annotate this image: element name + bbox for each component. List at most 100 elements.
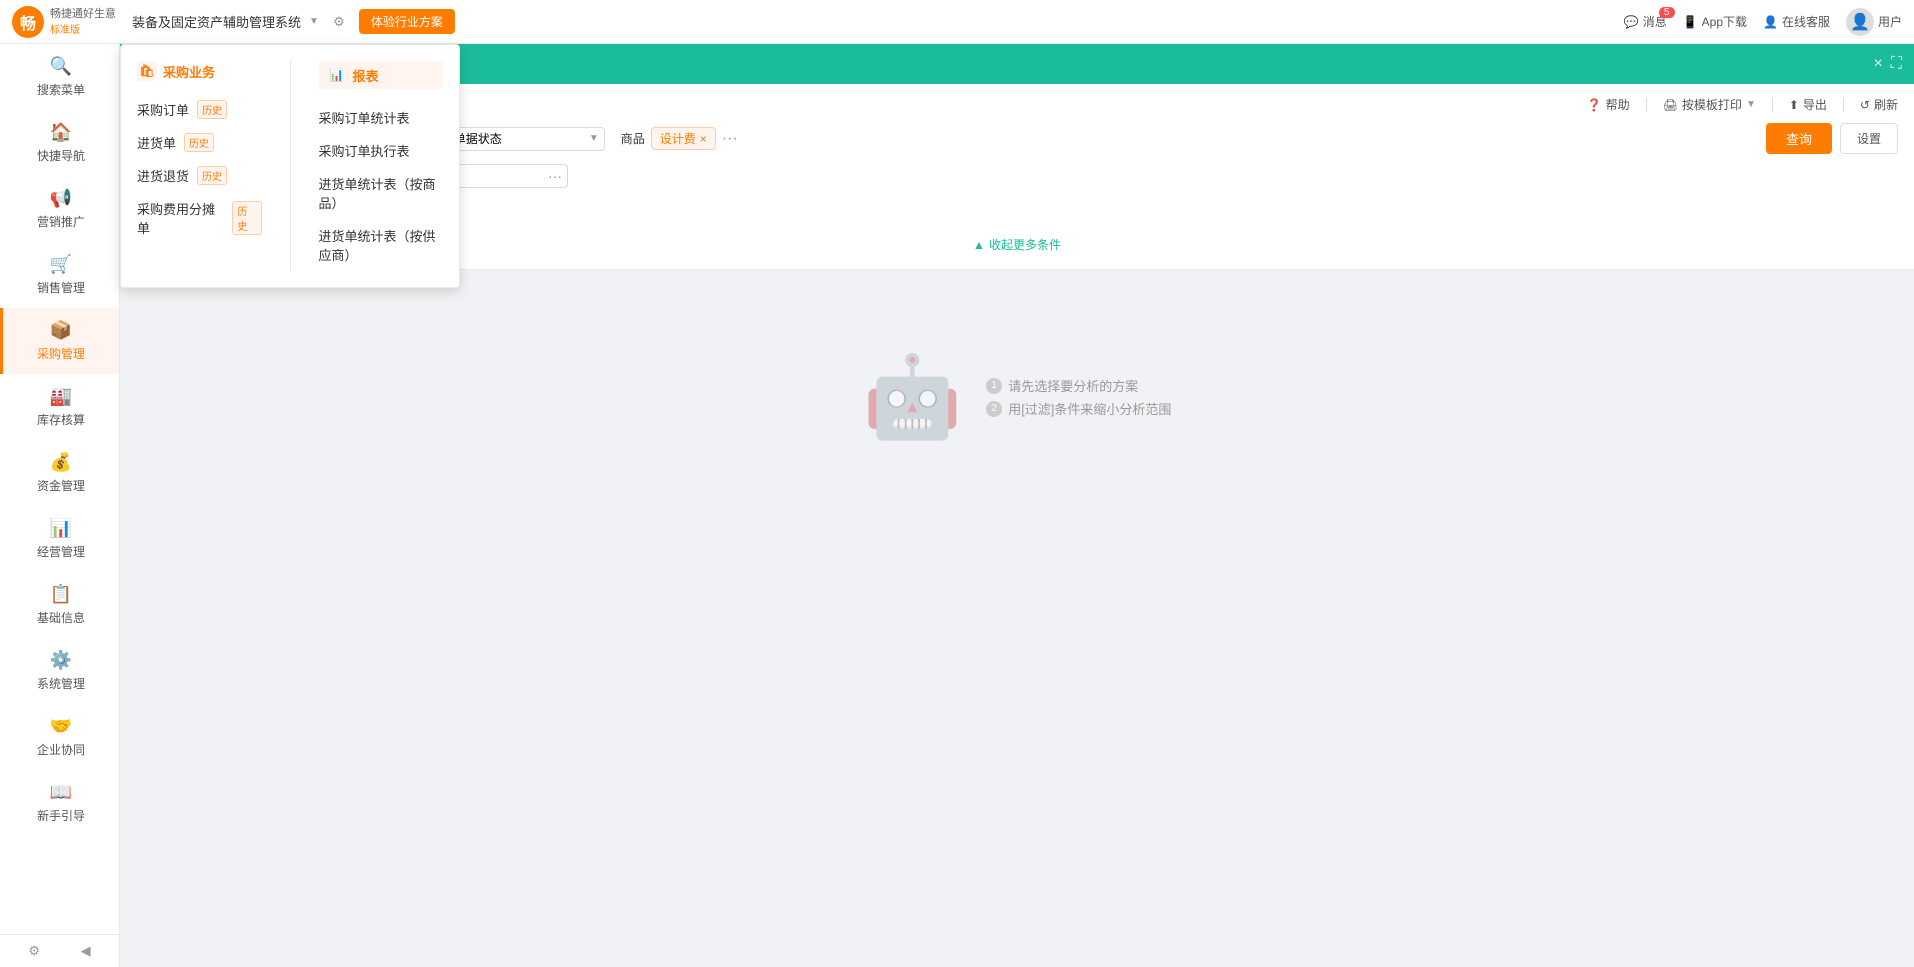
sidebar-settings-btn[interactable]: ⚙ bbox=[28, 943, 40, 959]
basic-info-icon: 📋 bbox=[50, 584, 72, 605]
report-title-icon: 📊 bbox=[327, 65, 347, 85]
menu-item-purchase-order[interactable]: 采购订单 历史 bbox=[137, 93, 262, 126]
tab-close-all-btn[interactable]: × bbox=[1873, 55, 1882, 73]
order-status-select[interactable]: 单据状态 bbox=[445, 127, 605, 151]
marketing-icon: 📢 bbox=[50, 188, 72, 209]
divider-3 bbox=[1843, 98, 1844, 112]
operations-icon: 📊 bbox=[50, 518, 72, 539]
system-icon: ⚙️ bbox=[50, 650, 72, 671]
finance-icon: 💰 bbox=[50, 452, 72, 473]
top-header: 畅 畅捷通好生意 标准版 装备及固定资产辅助管理系统 ▼ ⚙ 体验行业方案 💬 … bbox=[0, 0, 1914, 44]
tip-num-2: 2 bbox=[986, 401, 1002, 417]
empty-state: 🤖 1 请先选择要分析的方案 2 用[过滤]条件来缩小分析范围 bbox=[120, 270, 1914, 524]
refresh-btn[interactable]: ↺ 刷新 bbox=[1860, 96, 1898, 113]
collapse-up-icon: ▲ bbox=[973, 238, 985, 252]
goods-label: 商品 bbox=[621, 130, 645, 147]
search-icon: 🔍 bbox=[50, 56, 72, 77]
sales-icon: 🛒 bbox=[50, 254, 72, 275]
print-dropdown-icon: ▼ bbox=[1746, 99, 1756, 110]
system-title: 装备及固定资产辅助管理系统 bbox=[132, 12, 301, 31]
report-column-title: 📊 报表 bbox=[319, 61, 444, 89]
guide-icon: 📖 bbox=[50, 782, 72, 803]
settings-action-btn[interactable]: 设置 bbox=[1840, 123, 1898, 154]
sidebar: 🔍 搜索菜单 🏠 快捷导航 📢 营销推广 🛒 销售管理 📦 采购管理 🏭 库存核… bbox=[0, 44, 120, 967]
goods-tag-close-btn[interactable]: × bbox=[700, 132, 707, 146]
sidebar-bottom: ⚙ ◀ bbox=[0, 934, 119, 967]
home-icon: 🏠 bbox=[50, 122, 72, 143]
refresh-icon: ↺ bbox=[1860, 98, 1870, 112]
tab-bar-right: × ⛶ bbox=[1873, 55, 1902, 73]
sidebar-item-operations[interactable]: 📊 经营管理 bbox=[0, 506, 119, 572]
service-icon: 👤 bbox=[1763, 15, 1778, 29]
empty-state-illustration: 🤖 bbox=[863, 350, 963, 444]
logo-text: 畅捷通好生意 bbox=[50, 7, 116, 21]
export-btn[interactable]: ⬆ 导出 bbox=[1789, 96, 1827, 113]
tab-expand-btn[interactable]: ⛶ bbox=[1891, 55, 1902, 73]
menu-item-purchase-expense[interactable]: 采购费用分摊单 历史 bbox=[137, 192, 262, 244]
help-icon: ❓ bbox=[1587, 98, 1602, 112]
sidebar-item-marketing[interactable]: 📢 营销推广 bbox=[0, 176, 119, 242]
logo-area: 畅 畅捷通好生意 标准版 bbox=[12, 6, 132, 38]
app-download-btn[interactable]: 📱 App下载 bbox=[1683, 13, 1747, 30]
sidebar-item-finance[interactable]: 💰 资金管理 bbox=[0, 440, 119, 506]
logo-icon: 畅 bbox=[12, 6, 44, 38]
empty-tips: 1 请先选择要分析的方案 2 用[过滤]条件来缩小分析范围 bbox=[986, 372, 1171, 422]
purchase-menu-column: 🛍 采购业务 采购订单 历史 进货单 历史 进货退货 历史 采购费用分摊单 历史 bbox=[137, 61, 262, 271]
menu-item-goods-stat-by-supplier[interactable]: 进货单统计表（按供应商） bbox=[319, 219, 444, 271]
empty-tip-1: 1 请先选择要分析的方案 bbox=[986, 376, 1171, 395]
order-status-select-wrap: 单据状态 ▼ bbox=[445, 127, 605, 151]
sidebar-item-sales[interactable]: 🛒 销售管理 bbox=[0, 242, 119, 308]
sidebar-collapse-btn[interactable]: ◀ bbox=[81, 943, 91, 959]
history-tag-3: 历史 bbox=[232, 201, 261, 235]
avatar: 👤 bbox=[1846, 8, 1874, 36]
menu-item-purchase-order-exec[interactable]: 采购订单执行表 bbox=[319, 134, 444, 167]
purchase-column-title: 🛍 采购业务 bbox=[137, 61, 262, 81]
industry-btn[interactable]: 体验行业方案 bbox=[359, 9, 455, 34]
phone-icon: 📱 bbox=[1683, 15, 1698, 29]
message-btn[interactable]: 💬 消息 5 bbox=[1624, 13, 1667, 30]
message-icon: 💬 bbox=[1624, 15, 1639, 29]
sidebar-item-system[interactable]: ⚙️ 系统管理 bbox=[0, 638, 119, 704]
sidebar-item-purchase[interactable]: 📦 采购管理 bbox=[0, 308, 119, 374]
header-middle: 装备及固定资产辅助管理系统 ▼ ⚙ 体验行业方案 bbox=[132, 9, 1624, 34]
message-badge: 5 bbox=[1659, 7, 1675, 18]
online-service-btn[interactable]: 👤 在线客服 bbox=[1763, 13, 1830, 30]
menu-item-goods-receipt[interactable]: 进货单 历史 bbox=[137, 126, 262, 159]
sidebar-item-basic-info[interactable]: 📋 基础信息 bbox=[0, 572, 119, 638]
sidebar-item-quick-nav[interactable]: 🏠 快捷导航 bbox=[0, 110, 119, 176]
header-right: 💬 消息 5 📱 App下载 👤 在线客服 👤 用户 bbox=[1624, 8, 1902, 36]
sidebar-item-inventory[interactable]: 🏭 库存核算 bbox=[0, 374, 119, 440]
goods-more-btn[interactable]: ··· bbox=[722, 130, 738, 148]
menu-item-purchase-order-stat[interactable]: 采购订单统计表 bbox=[319, 101, 444, 134]
export-icon: ⬆ bbox=[1789, 98, 1799, 112]
system-title-dropdown[interactable]: ▼ bbox=[309, 16, 319, 27]
goods-field: 商品 设计费 × ··· bbox=[621, 127, 738, 150]
logo-badge: 标准版 bbox=[50, 21, 116, 36]
enterprise-icon: 🤝 bbox=[50, 716, 72, 737]
header-settings-btn[interactable]: ⚙ bbox=[327, 10, 351, 34]
sidebar-item-enterprise[interactable]: 🤝 企业协同 bbox=[0, 704, 119, 770]
print-btn[interactable]: 🖨 按模板打印 ▼ bbox=[1663, 96, 1756, 113]
print-icon: 🖨 bbox=[1663, 98, 1678, 112]
history-tag-2: 历史 bbox=[197, 166, 227, 185]
purchase-dropdown-menu: 🛍 采购业务 采购订单 历史 进货单 历史 进货退货 历史 采购费用分摊单 历史… bbox=[120, 44, 460, 288]
sidebar-item-search[interactable]: 🔍 搜索菜单 bbox=[0, 44, 119, 110]
purchase-title-icon: 🛍 bbox=[137, 61, 157, 81]
divider-1 bbox=[1646, 98, 1647, 112]
sidebar-item-guide[interactable]: 📖 新手引导 bbox=[0, 770, 119, 836]
purchase-icon: 📦 bbox=[50, 320, 72, 341]
inventory-icon: 🏭 bbox=[50, 386, 72, 407]
report-menu-column: 📊 报表 采购订单统计表 采购订单执行表 进货单统计表（按商品） 进货单统计表（… bbox=[319, 61, 444, 271]
menu-item-goods-stat-by-goods[interactable]: 进货单统计表（按商品） bbox=[319, 167, 444, 219]
empty-tip-2: 2 用[过滤]条件来缩小分析范围 bbox=[986, 399, 1171, 418]
history-tag-1: 历史 bbox=[184, 133, 214, 152]
query-btn[interactable]: 查询 bbox=[1766, 123, 1832, 154]
help-btn[interactable]: ❓ 帮助 bbox=[1587, 96, 1630, 113]
tip-num-1: 1 bbox=[986, 378, 1002, 394]
menu-item-goods-return[interactable]: 进货退货 历史 bbox=[137, 159, 262, 192]
query-actions: 查询 设置 bbox=[1766, 123, 1898, 154]
divider-2 bbox=[1772, 98, 1773, 112]
goods-tag: 设计费 × bbox=[651, 127, 716, 150]
empty-state-content: 🤖 1 请先选择要分析的方案 2 用[过滤]条件来缩小分析范围 bbox=[863, 350, 1172, 444]
user-btn[interactable]: 👤 用户 bbox=[1846, 8, 1902, 36]
